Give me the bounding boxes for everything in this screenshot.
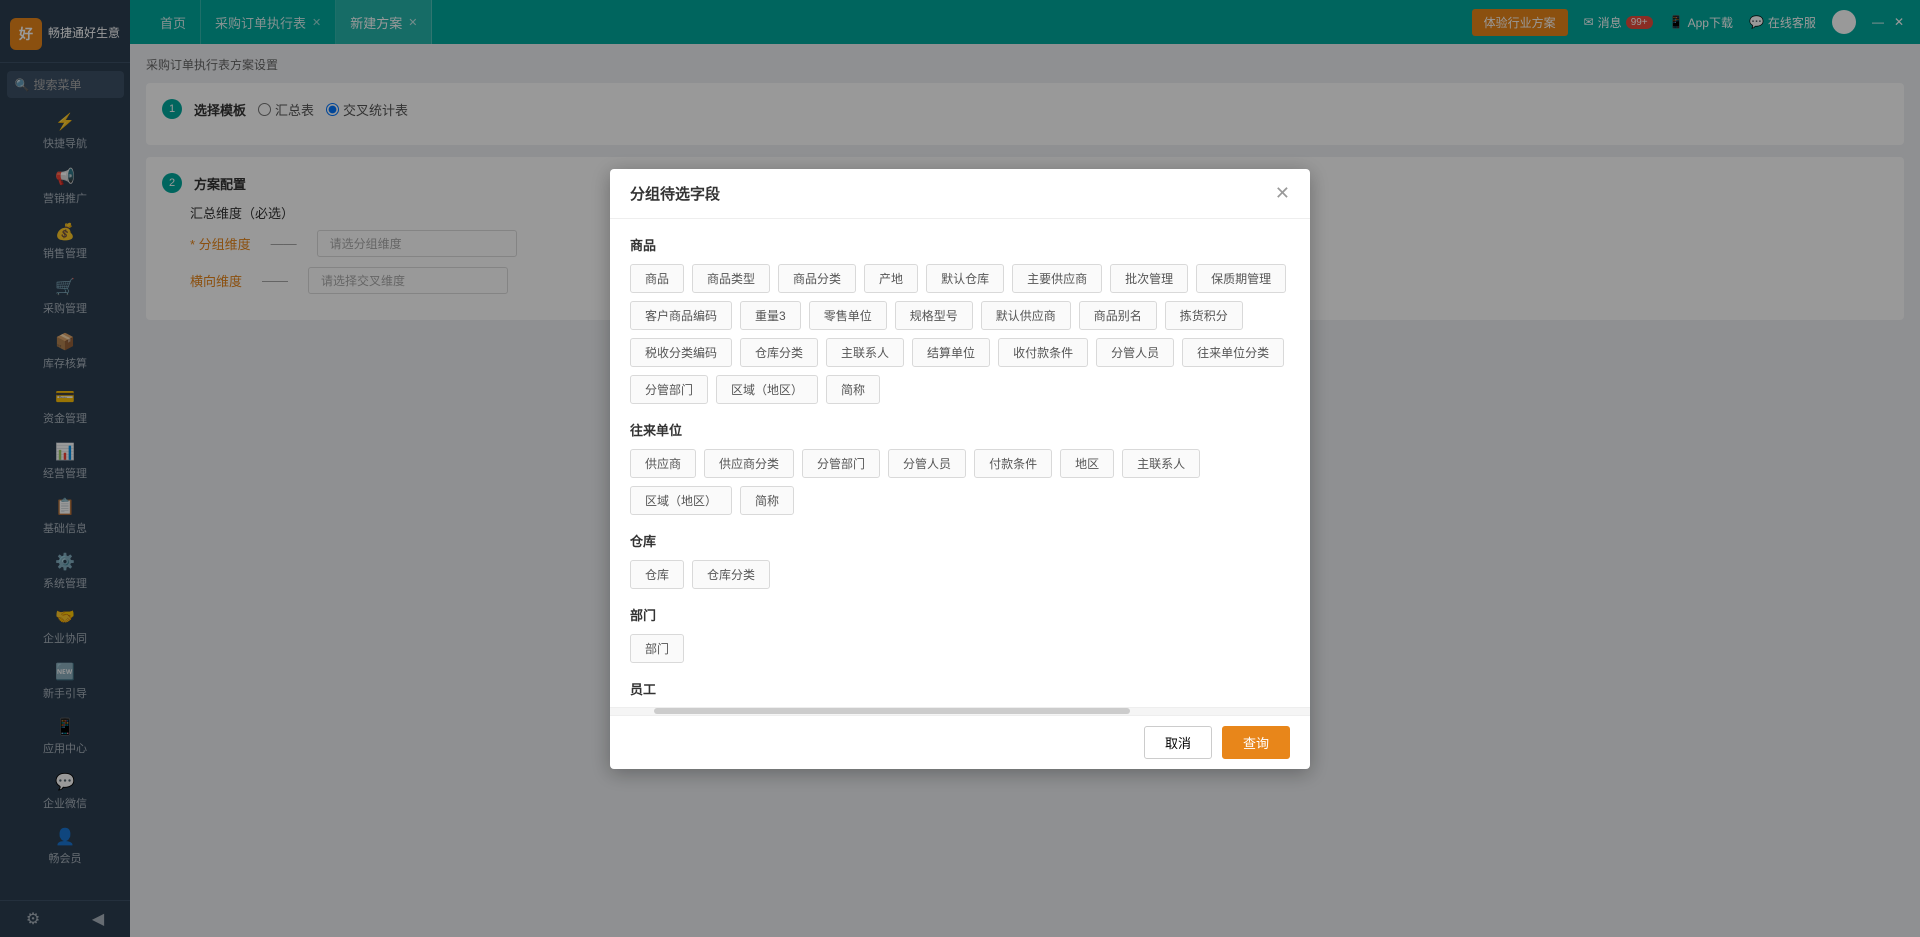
cancel-button[interactable]: 取消: [1144, 726, 1212, 759]
field-tag[interactable]: 仓库分类: [740, 338, 818, 367]
modal-scrollbar[interactable]: [610, 707, 1310, 714]
field-tag[interactable]: 保质期管理: [1196, 264, 1286, 293]
modal-overlay: 分组待选字段 ✕ 商品商品商品类型商品分类产地默认仓库主要供应商批次管理保质期管…: [0, 0, 1920, 937]
field-tag[interactable]: 供应商: [630, 449, 696, 478]
field-tag[interactable]: 区域（地区）: [716, 375, 818, 404]
field-tag[interactable]: 商品别名: [1079, 301, 1157, 330]
field-tags-partner: 供应商供应商分类分管部门分管人员付款条件地区主联系人区域（地区） 简称: [630, 449, 1290, 515]
field-tag[interactable]: 税收分类编码: [630, 338, 732, 367]
field-tag[interactable]: 商品分类: [778, 264, 856, 293]
field-select-modal: 分组待选字段 ✕ 商品商品商品类型商品分类产地默认仓库主要供应商批次管理保质期管…: [610, 169, 1310, 769]
field-group-label-department: 部门: [630, 605, 1290, 624]
field-group-label-partner: 往来单位: [630, 420, 1290, 439]
modal-scroll-thumb: [654, 708, 1130, 714]
field-tag[interactable]: 批次管理: [1110, 264, 1188, 293]
field-tag[interactable]: 商品: [630, 264, 684, 293]
field-tag[interactable]: 区域（地区）: [630, 486, 732, 515]
confirm-button[interactable]: 查询: [1222, 726, 1290, 759]
modal-footer: 取消 查询: [610, 715, 1310, 769]
field-group-goods: 商品商品商品类型商品分类产地默认仓库主要供应商批次管理保质期管理客户商品编码重量…: [630, 235, 1290, 404]
field-tag[interactable]: 零售单位: [809, 301, 887, 330]
field-tag[interactable]: 主联系人: [826, 338, 904, 367]
field-tag[interactable]: 往来单位分类: [1182, 338, 1284, 367]
field-tag[interactable]: 主联系人: [1122, 449, 1200, 478]
field-group-label-warehouse: 仓库: [630, 531, 1290, 550]
field-tag[interactable]: 简称: [740, 486, 794, 515]
field-group-department: 部门部门: [630, 605, 1290, 663]
field-group-staff: 员工业务员: [630, 679, 1290, 708]
modal-body: 商品商品商品类型商品分类产地默认仓库主要供应商批次管理保质期管理客户商品编码重量…: [610, 219, 1310, 708]
field-tag[interactable]: 结算单位: [912, 338, 990, 367]
field-tag[interactable]: 收付款条件: [998, 338, 1088, 367]
field-group-label-goods: 商品: [630, 235, 1290, 254]
field-tag[interactable]: 默认仓库: [926, 264, 1004, 293]
field-tag[interactable]: 仓库: [630, 560, 684, 589]
modal-header: 分组待选字段 ✕: [610, 169, 1310, 219]
field-tag[interactable]: 规格型号: [895, 301, 973, 330]
field-tag[interactable]: 分管人员: [1096, 338, 1174, 367]
modal-close-btn[interactable]: ✕: [1275, 184, 1290, 202]
field-tag[interactable]: 分管部门: [802, 449, 880, 478]
field-tag[interactable]: 部门: [630, 634, 684, 663]
field-tag[interactable]: 地区: [1060, 449, 1114, 478]
field-group-partner: 往来单位供应商供应商分类分管部门分管人员付款条件地区主联系人区域（地区） 简称: [630, 420, 1290, 515]
field-group-label-staff: 员工: [630, 679, 1290, 698]
field-group-warehouse: 仓库仓库仓库分类: [630, 531, 1290, 589]
field-tags-warehouse: 仓库仓库分类: [630, 560, 1290, 589]
field-tag[interactable]: 重量3: [740, 301, 801, 330]
field-tag[interactable]: 分管部门: [630, 375, 708, 404]
field-tags-department: 部门: [630, 634, 1290, 663]
field-tags-goods: 商品商品类型商品分类产地默认仓库主要供应商批次管理保质期管理客户商品编码重量3 零…: [630, 264, 1290, 404]
field-tag[interactable]: 拣货积分: [1165, 301, 1243, 330]
field-tag[interactable]: 商品类型: [692, 264, 770, 293]
modal-title: 分组待选字段: [630, 183, 720, 204]
field-tag[interactable]: 分管人员: [888, 449, 966, 478]
field-tag[interactable]: 主要供应商: [1012, 264, 1102, 293]
field-tag[interactable]: 付款条件: [974, 449, 1052, 478]
field-tag[interactable]: 默认供应商: [981, 301, 1071, 330]
field-tag[interactable]: 简称: [826, 375, 880, 404]
field-tag[interactable]: 客户商品编码: [630, 301, 732, 330]
field-tag[interactable]: 供应商分类: [704, 449, 794, 478]
field-tag[interactable]: 仓库分类: [692, 560, 770, 589]
field-tag[interactable]: 产地: [864, 264, 918, 293]
